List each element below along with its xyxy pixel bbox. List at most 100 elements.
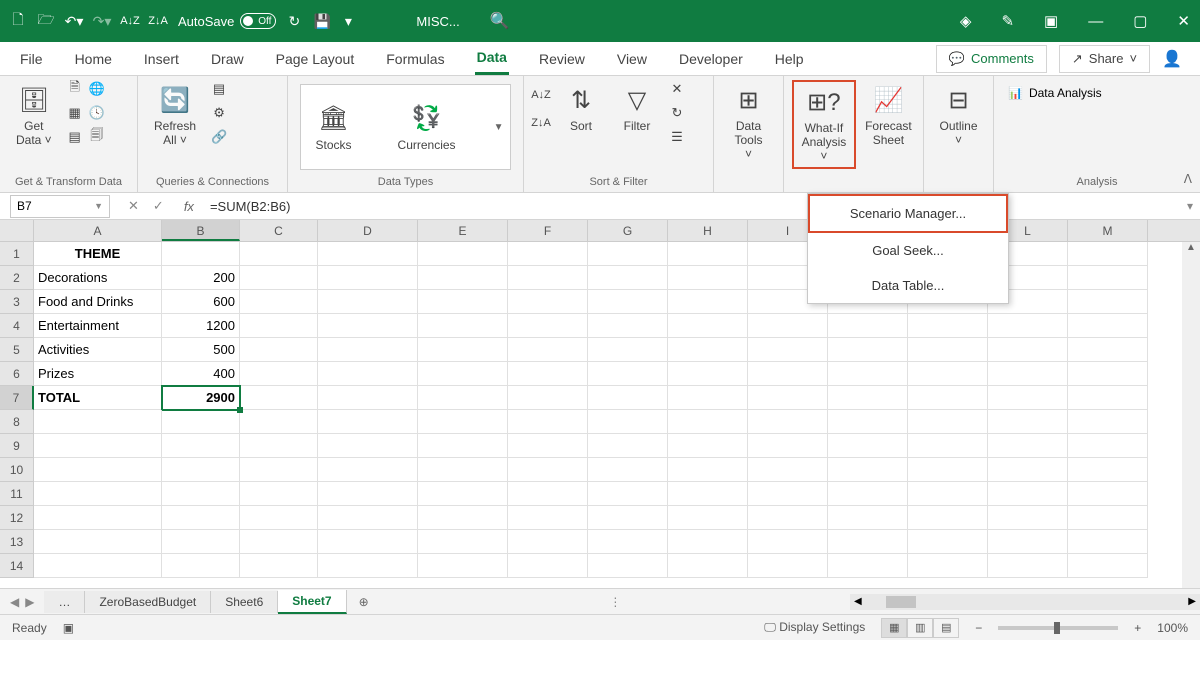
col-header-c[interactable]: C [240, 220, 318, 241]
row-header-9[interactable]: 9 [0, 434, 34, 458]
row-header-13[interactable]: 13 [0, 530, 34, 554]
horizontal-scrollbar[interactable]: ◀▶ [850, 594, 1200, 610]
col-header-h[interactable]: H [668, 220, 748, 241]
edit-links-icon[interactable]: 🔗 [210, 128, 228, 146]
from-table-icon[interactable]: ▦ [66, 104, 84, 122]
scroll-thumb[interactable] [886, 596, 916, 608]
cell-a1[interactable]: THEME [34, 242, 162, 266]
cell-a7[interactable]: TOTAL [34, 386, 162, 410]
currencies-button[interactable]: 💱Currencies [390, 99, 464, 156]
display-settings-button[interactable]: 🖵 Display Settings [764, 620, 865, 635]
scenario-manager-item[interactable]: Scenario Manager... [808, 194, 1008, 233]
autosave-toggle[interactable]: AutoSave Off [178, 13, 276, 29]
row-header-8[interactable]: 8 [0, 410, 34, 434]
zoom-thumb[interactable] [1054, 622, 1060, 634]
cell-b5[interactable]: 500 [162, 338, 240, 362]
tab-review[interactable]: Review [537, 44, 587, 74]
existing-conn-icon[interactable]: ▤ [66, 128, 84, 146]
col-header-m[interactable]: M [1068, 220, 1148, 241]
tab-file[interactable]: File [18, 44, 45, 74]
user-icon[interactable]: 👤 [1162, 49, 1182, 69]
new-file-icon[interactable]: 🗋 [10, 13, 26, 29]
data-tools-button[interactable]: ⊞Data Tools ˅ [722, 80, 775, 165]
scroll-left-icon[interactable]: ◀ [850, 596, 866, 607]
row-header-3[interactable]: 3 [0, 290, 34, 314]
save-icon[interactable]: 💾 [314, 13, 330, 29]
row-header-11[interactable]: 11 [0, 482, 34, 506]
scroll-right-icon[interactable]: ▶ [1184, 596, 1200, 607]
sheet-tab-more[interactable]: … [44, 591, 85, 613]
sort-asc-icon[interactable]: A↓Z [122, 13, 138, 29]
tab-view[interactable]: View [615, 44, 649, 74]
clear-filter-icon[interactable]: ✕ [668, 80, 686, 98]
row-header-12[interactable]: 12 [0, 506, 34, 530]
expand-formula-icon[interactable]: ▾ [1180, 199, 1200, 213]
normal-view-button[interactable]: ▦ [881, 618, 907, 638]
cell-b6[interactable]: 400 [162, 362, 240, 386]
col-header-b[interactable]: B [162, 220, 240, 241]
window-mode-icon[interactable]: ▣ [1044, 12, 1058, 30]
macro-record-icon[interactable]: ▣ [63, 621, 74, 635]
get-data-button[interactable]: 🗄Get Data ˅ [8, 80, 60, 151]
sheet-tab-zerobased[interactable]: ZeroBasedBudget [85, 591, 211, 613]
datatypes-expand-icon[interactable]: ▼ [494, 122, 504, 133]
outline-button[interactable]: ⊟Outline ˅ [932, 80, 985, 151]
cell-a4[interactable]: Entertainment [34, 314, 162, 338]
prop-icon[interactable]: 🗐 [88, 128, 106, 146]
tab-page-layout[interactable]: Page Layout [274, 44, 357, 74]
page-layout-view-button[interactable]: ▥ [907, 618, 933, 638]
data-analysis-button[interactable]: 📊Data Analysis [1002, 80, 1108, 106]
cell-b4[interactable]: 1200 [162, 314, 240, 338]
sort-az-icon[interactable]: A↓Z [532, 86, 550, 104]
cell-b7[interactable]: 2900 [162, 386, 240, 410]
recent-sources-icon[interactable]: 🕓 [88, 104, 106, 122]
cell-b3[interactable]: 600 [162, 290, 240, 314]
cell-a3[interactable]: Food and Drinks [34, 290, 162, 314]
sort-desc-icon[interactable]: Z↓A [150, 13, 166, 29]
sort-za-icon[interactable]: Z↓A [532, 114, 550, 132]
tab-data[interactable]: Data [475, 42, 509, 75]
wand-icon[interactable]: ✎ [1001, 12, 1014, 30]
cell-b2[interactable]: 200 [162, 266, 240, 290]
redo-icon[interactable]: ↷▾ [94, 13, 110, 29]
col-header-d[interactable]: D [318, 220, 418, 241]
sheet-tab-sheet7[interactable]: Sheet7 [278, 590, 346, 614]
comments-button[interactable]: 💬Comments [936, 45, 1047, 73]
row-header-2[interactable]: 2 [0, 266, 34, 290]
refresh-all-button[interactable]: 🔄Refresh All ˅ [146, 80, 204, 151]
page-break-view-button[interactable]: ▤ [933, 618, 959, 638]
maximize-button[interactable]: ▢ [1133, 12, 1147, 30]
col-header-f[interactable]: F [508, 220, 588, 241]
forecast-sheet-button[interactable]: 📈Forecast Sheet [862, 80, 915, 151]
tab-insert[interactable]: Insert [142, 44, 181, 74]
zoom-level[interactable]: 100% [1157, 621, 1188, 635]
add-sheet-button[interactable]: ⊕ [347, 595, 381, 609]
tab-draw[interactable]: Draw [209, 44, 246, 74]
filter-button[interactable]: ▽Filter [612, 80, 662, 137]
row-header-1[interactable]: 1 [0, 242, 34, 266]
scroll-up-icon[interactable]: ▲ [1182, 242, 1200, 258]
cell-a6[interactable]: Prizes [34, 362, 162, 386]
col-header-e[interactable]: E [418, 220, 508, 241]
reapply-icon[interactable]: ↻ [668, 104, 686, 122]
formula-input[interactable]: =SUM(B2:B6) [202, 199, 1180, 214]
name-box[interactable]: B7▼ [10, 195, 110, 218]
vertical-scrollbar[interactable]: ▲ [1182, 242, 1200, 588]
properties-icon[interactable]: ⚙ [210, 104, 228, 122]
cell-b1[interactable] [162, 242, 240, 266]
sync-icon[interactable]: ↻ [286, 13, 302, 29]
enter-formula-icon[interactable]: ✓ [153, 198, 164, 214]
advanced-icon[interactable]: ☰ [668, 128, 686, 146]
cancel-formula-icon[interactable]: ✕ [128, 198, 139, 214]
row-header-6[interactable]: 6 [0, 362, 34, 386]
sheet-tab-sheet6[interactable]: Sheet6 [211, 591, 278, 613]
toggle-switch[interactable]: Off [240, 13, 276, 29]
row-header-5[interactable]: 5 [0, 338, 34, 362]
col-header-a[interactable]: A [34, 220, 162, 241]
zoom-out-button[interactable]: − [975, 621, 982, 635]
from-text-icon[interactable]: 🗎 [66, 80, 84, 98]
share-button[interactable]: ↗Share˅ [1059, 45, 1150, 73]
tab-developer[interactable]: Developer [677, 44, 745, 74]
tab-formulas[interactable]: Formulas [384, 44, 446, 74]
search-icon[interactable]: 🔍 [490, 11, 510, 31]
